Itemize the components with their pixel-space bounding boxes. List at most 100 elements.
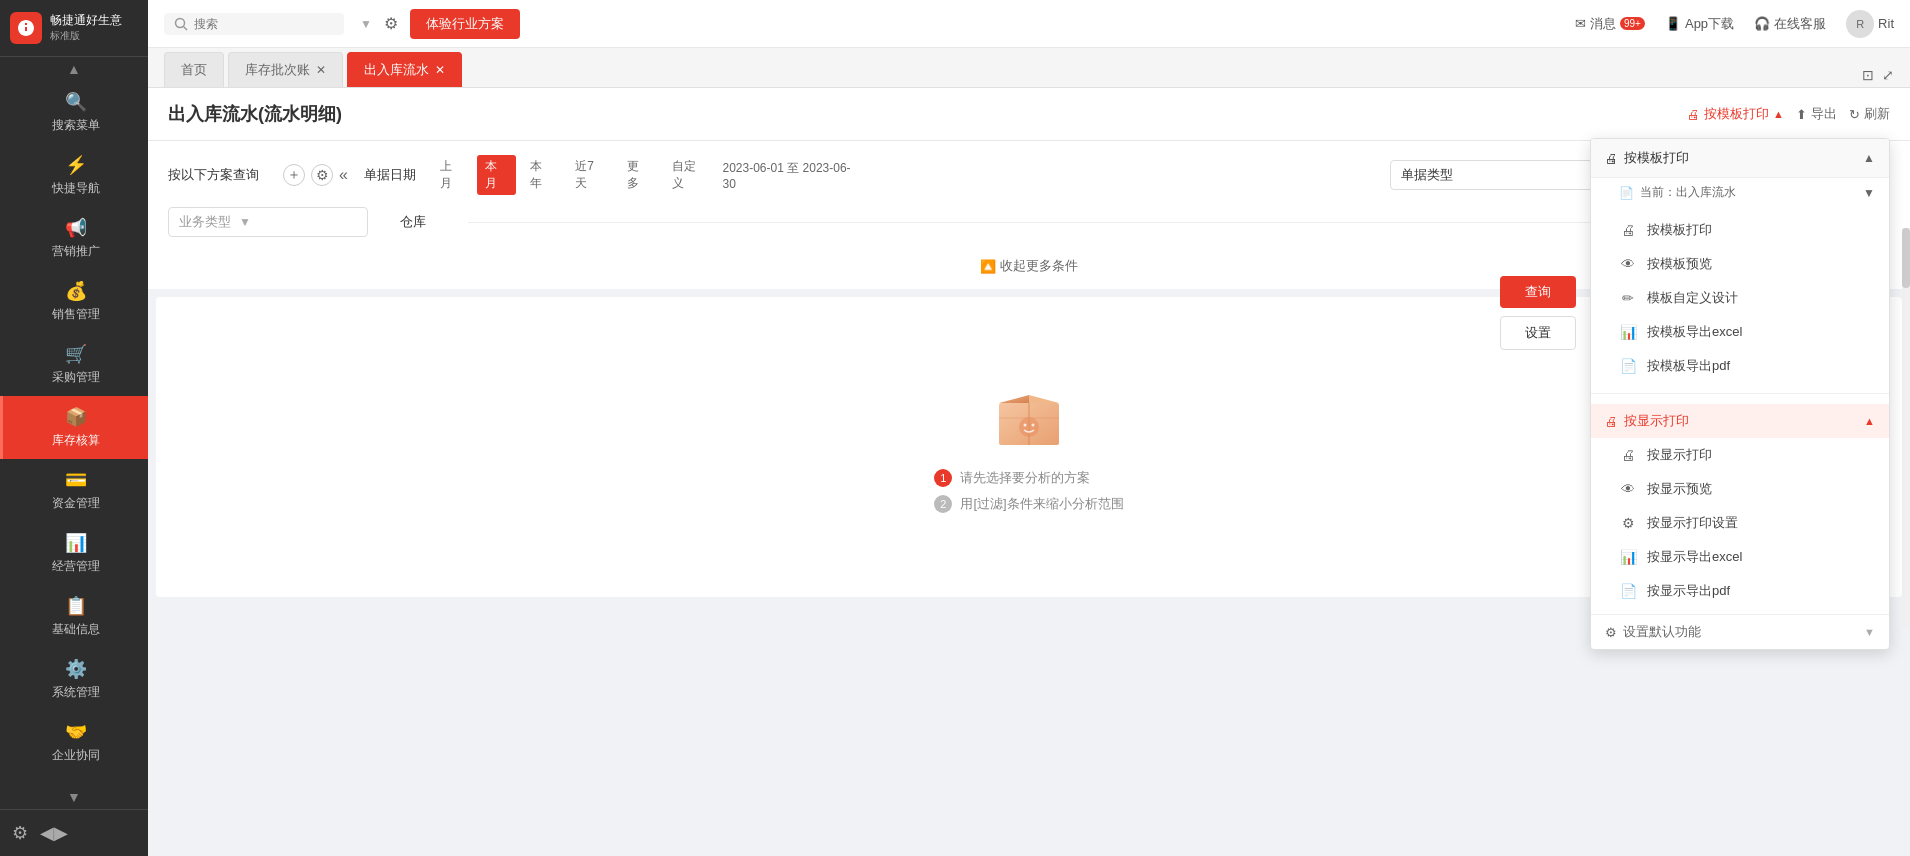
search-bar[interactable] bbox=[164, 13, 344, 35]
page-header: 出入库流水(流水明细) 🖨 按模板打印 ▲ ⬆ 导出 ↻ 刷新 bbox=[148, 88, 1910, 141]
dropdown-section-2: 🖨 按显示打印 ▲ 🖨 按显示打印 👁 按显示预览 ⚙ 按显示打印设置 bbox=[1591, 398, 1889, 614]
search-icon bbox=[174, 17, 188, 31]
dropdown-item-display-pdf[interactable]: 📄 按显示导出pdf bbox=[1591, 574, 1889, 608]
inventory-icon: 📦 bbox=[65, 406, 87, 428]
settings-gear-icon[interactable]: ⚙ bbox=[384, 14, 398, 33]
scroll-down-indicator[interactable]: ▼ bbox=[0, 785, 148, 809]
dropdown-footer[interactable]: ⚙ 设置默认功能 ▼ bbox=[1591, 614, 1889, 649]
refresh-button[interactable]: ↻ 刷新 bbox=[1849, 105, 1890, 123]
scroll-up-arrow[interactable]: ▲ bbox=[67, 61, 81, 77]
dropdown-item-display-excel[interactable]: 📊 按显示导出excel bbox=[1591, 540, 1889, 574]
main-content: ▼ ⚙ 体验行业方案 ✉ 消息 99+ 📱 App下载 🎧 在线客服 R bbox=[148, 0, 1910, 856]
display-pdf-icon: 📄 bbox=[1619, 582, 1637, 600]
tab-actions: ⊡ ⤢ bbox=[1862, 67, 1894, 87]
message-button[interactable]: ✉ 消息 99+ bbox=[1575, 15, 1645, 33]
dropdown-header: 🖨 按模板打印 ▲ bbox=[1591, 139, 1889, 178]
export-button[interactable]: ⬆ 导出 bbox=[1796, 105, 1837, 123]
sidebar-item-label: 系统管理 bbox=[52, 684, 100, 701]
dropdown-item-template-design[interactable]: ✏ 模板自定义设计 bbox=[1591, 281, 1889, 315]
dropdown-item-display-preview[interactable]: 👁 按显示预览 bbox=[1591, 472, 1889, 506]
collapse-more-button[interactable]: 🔼 收起更多条件 bbox=[980, 257, 1078, 275]
maximize-icon[interactable]: ⤢ bbox=[1882, 67, 1894, 83]
sidebar-item-system[interactable]: ⚙️ 系统管理 bbox=[0, 648, 148, 711]
system-icon: ⚙️ bbox=[65, 658, 87, 680]
dropdown-item-display-print[interactable]: 🖨 按显示打印 bbox=[1591, 438, 1889, 472]
date-tab-last-month[interactable]: 上月 bbox=[432, 155, 471, 195]
sidebar-bottom: ⚙ ◀▶ bbox=[0, 809, 148, 856]
filter-collapse-icon[interactable]: « bbox=[339, 166, 348, 184]
search-input[interactable] bbox=[194, 17, 314, 31]
tab-home[interactable]: 首页 bbox=[164, 52, 224, 87]
display-settings-label: 按显示打印设置 bbox=[1647, 514, 1738, 532]
template-excel-item-label: 按模板导出excel bbox=[1647, 323, 1742, 341]
vertical-scrollbar[interactable] bbox=[1902, 228, 1910, 628]
dropdown-arrow-icon[interactable]: ▼ bbox=[360, 17, 372, 31]
dropdown-item-template-preview[interactable]: 👁 按模板预览 bbox=[1591, 247, 1889, 281]
display-excel-label: 按显示导出excel bbox=[1647, 548, 1742, 566]
topbar-icons: ▼ ⚙ bbox=[360, 14, 398, 33]
query-button[interactable]: 查询 bbox=[1500, 276, 1576, 308]
dropdown-item-template-print[interactable]: 🖨 按模板打印 bbox=[1591, 213, 1889, 247]
dropdown-footer-arrow: ▼ bbox=[1864, 626, 1875, 638]
filter-add-button[interactable]: ＋ bbox=[283, 164, 305, 186]
tab-flow-close[interactable]: ✕ bbox=[435, 63, 445, 77]
date-tab-7days[interactable]: 近7天 bbox=[567, 155, 613, 195]
collapse-sidebar-icon[interactable]: ◀▶ bbox=[40, 822, 68, 844]
sidebar-item-quick[interactable]: ⚡ 快捷导航 bbox=[0, 144, 148, 207]
empty-step-2: 2 用[过滤]条件来缩小分析范围 bbox=[934, 495, 1123, 513]
empty-icon bbox=[979, 373, 1079, 453]
scroll-up-indicator[interactable]: ▲ bbox=[0, 57, 148, 81]
dropdown-section-1: 🖨 按模板打印 👁 按模板预览 ✏ 模板自定义设计 📊 按模板导出excel 📄 bbox=[1591, 207, 1889, 389]
dropdown-current-arrow: ▼ bbox=[1863, 186, 1875, 200]
date-tab-more[interactable]: 更多 bbox=[619, 155, 658, 195]
dropdown-collapse-icon[interactable]: ▲ bbox=[1863, 151, 1875, 165]
app-download-button[interactable]: 📱 App下载 bbox=[1665, 15, 1734, 33]
message-label: 消息 bbox=[1590, 15, 1616, 33]
tab-batch-close[interactable]: ✕ bbox=[316, 63, 326, 77]
date-tab-this-month[interactable]: 本月 bbox=[477, 155, 516, 195]
set-button[interactable]: 设置 bbox=[1500, 316, 1576, 350]
industry-solution-button[interactable]: 体验行业方案 bbox=[410, 9, 520, 39]
filter-gear-button[interactable]: ⚙ bbox=[311, 164, 333, 186]
sidebar-item-purchase[interactable]: 🛒 采购管理 bbox=[0, 333, 148, 396]
dropdown-item-template-excel[interactable]: 📊 按模板导出excel bbox=[1591, 315, 1889, 349]
date-tab-custom[interactable]: 自定义 bbox=[664, 155, 715, 195]
business-type-select[interactable]: 业务类型 ▼ bbox=[168, 207, 368, 237]
sidebar-item-finance[interactable]: 💳 资金管理 bbox=[0, 459, 148, 522]
message-badge: 99+ bbox=[1620, 17, 1645, 30]
date-label: 单据日期 bbox=[364, 166, 424, 184]
sidebar-item-sales[interactable]: 💰 销售管理 bbox=[0, 270, 148, 333]
tab-flow[interactable]: 出入库流水 ✕ bbox=[347, 52, 462, 87]
scrollbar-thumb[interactable] bbox=[1902, 228, 1910, 288]
svg-point-0 bbox=[176, 18, 185, 27]
dropdown-title: 按模板打印 bbox=[1624, 149, 1689, 167]
marketing-icon: 📢 bbox=[65, 217, 87, 239]
date-tabs: 上月 本月 本年 近7天 更多 自定义 bbox=[432, 155, 715, 195]
dropdown-sub-header-display[interactable]: 🖨 按显示打印 ▲ bbox=[1591, 404, 1889, 438]
settings-icon[interactable]: ⚙ bbox=[12, 822, 28, 844]
sidebar-item-enterprise[interactable]: 🤝 企业协同 bbox=[0, 711, 148, 774]
date-tab-this-year[interactable]: 本年 bbox=[522, 155, 561, 195]
sidebar-item-inventory[interactable]: 📦 库存核算 bbox=[0, 396, 148, 459]
online-service-button[interactable]: 🎧 在线客服 bbox=[1754, 15, 1826, 33]
dropdown-item-template-pdf[interactable]: 📄 按模板导出pdf bbox=[1591, 349, 1889, 383]
filter-actions: ＋ ⚙ « bbox=[283, 164, 348, 186]
tab-batch[interactable]: 库存批次账 ✕ bbox=[228, 52, 343, 87]
dropdown-item-display-settings[interactable]: ⚙ 按显示打印设置 bbox=[1591, 506, 1889, 540]
app-logo: 畅捷通好生意 标准版 bbox=[0, 0, 148, 57]
scroll-down-arrow[interactable]: ▼ bbox=[67, 789, 81, 805]
template-design-item-label: 模板自定义设计 bbox=[1647, 289, 1738, 307]
sidebar-item-marketing[interactable]: 📢 营销推广 bbox=[0, 207, 148, 270]
user-profile[interactable]: R Rit bbox=[1846, 10, 1894, 38]
sidebar-item-basic[interactable]: 📋 基础信息 bbox=[0, 585, 148, 648]
template-print-button[interactable]: 🖨 按模板打印 ▲ bbox=[1687, 105, 1784, 123]
sidebar-item-search[interactable]: 🔍 搜索菜单 bbox=[0, 81, 148, 144]
tab-batch-label: 库存批次账 bbox=[245, 61, 310, 79]
display-excel-icon: 📊 bbox=[1619, 548, 1637, 566]
svg-marker-3 bbox=[999, 395, 1029, 403]
restore-tab-icon[interactable]: ⊡ bbox=[1862, 67, 1874, 83]
query-action-area: 查询 设置 bbox=[1500, 276, 1576, 350]
sidebar-item-guide[interactable]: 🎓 新手引导 bbox=[0, 774, 148, 785]
sidebar-item-operations[interactable]: 📊 经营管理 bbox=[0, 522, 148, 585]
headset-icon: 🎧 bbox=[1754, 16, 1770, 31]
